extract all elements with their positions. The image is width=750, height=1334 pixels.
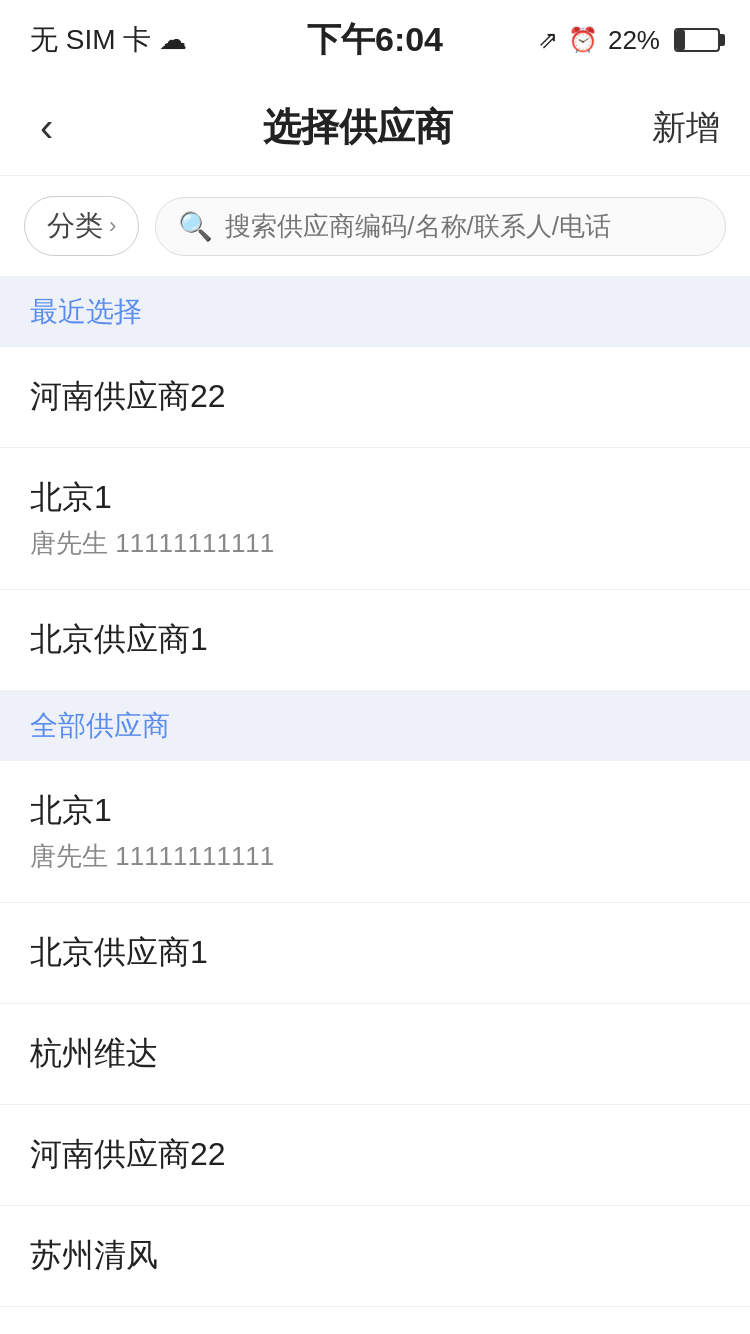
item-name: 北京供应商1 <box>30 931 720 975</box>
search-icon: 🔍 <box>178 210 213 243</box>
battery-icon <box>674 28 720 52</box>
recent-list: 河南供应商22 北京1 唐先生 11111111111 北京供应商1 <box>0 347 750 691</box>
item-name: 苏州清风 <box>30 1234 720 1278</box>
filter-bar: 分类 › 🔍 <box>0 176 750 277</box>
status-time: 下午6:04 <box>307 17 443 63</box>
item-name: 北京供应商1 <box>30 618 720 662</box>
back-button[interactable]: ‹ <box>30 95 63 160</box>
item-name: 北京1 <box>30 789 720 833</box>
status-bar: 无 SIM 卡 ☁ 下午6:04 ⇗ ⏰ 22% <box>0 0 750 80</box>
recent-section-label: 最近选择 <box>30 296 142 327</box>
alarm-icon: ⏰ <box>568 26 598 54</box>
item-name: 河南供应商22 <box>30 375 720 419</box>
all-list: 北京1 唐先生 11111111111 北京供应商1 杭州维达河南供应商22 苏州清风 <box>0 761 750 1307</box>
item-name: 杭州维达 <box>30 1032 720 1076</box>
item-sub: 唐先生 11111111111 <box>30 526 720 561</box>
add-button[interactable]: 新增 <box>652 105 720 151</box>
item-sub: 唐先生 11111111111 <box>30 839 720 874</box>
list-item[interactable]: 杭州维达 <box>0 1004 750 1105</box>
location-icon: ⇗ <box>538 26 558 54</box>
page-title: 选择供应商 <box>263 102 453 153</box>
status-right: ⇗ ⏰ 22% <box>538 25 720 56</box>
list-item[interactable]: 北京1 唐先生 11111111111 <box>0 761 750 903</box>
status-left: 无 SIM 卡 ☁ <box>30 21 187 59</box>
search-box[interactable]: 🔍 <box>155 197 726 256</box>
list-item[interactable]: 北京1 唐先生 11111111111 <box>0 448 750 590</box>
chevron-right-icon: › <box>109 213 116 239</box>
all-section-header: 全部供应商 <box>0 691 750 761</box>
no-sim-label: 无 SIM 卡 ☁ <box>30 21 187 59</box>
all-section-label: 全部供应商 <box>30 710 170 741</box>
list-item[interactable]: 河南供应商22 <box>0 347 750 448</box>
nav-bar: ‹ 选择供应商 新增 <box>0 80 750 176</box>
list-item[interactable]: 北京供应商1 <box>0 903 750 1004</box>
recent-section-header: 最近选择 <box>0 277 750 347</box>
battery-percent: 22% <box>608 25 660 56</box>
list-item[interactable]: 河南供应商22 <box>0 1105 750 1206</box>
list-item[interactable]: 苏州清风 <box>0 1206 750 1307</box>
search-input[interactable] <box>225 211 703 242</box>
list-item[interactable]: 北京供应商1 <box>0 590 750 691</box>
item-name: 北京1 <box>30 476 720 520</box>
category-label: 分类 <box>47 207 103 245</box>
category-button[interactable]: 分类 › <box>24 196 139 256</box>
item-name: 河南供应商22 <box>30 1133 720 1177</box>
